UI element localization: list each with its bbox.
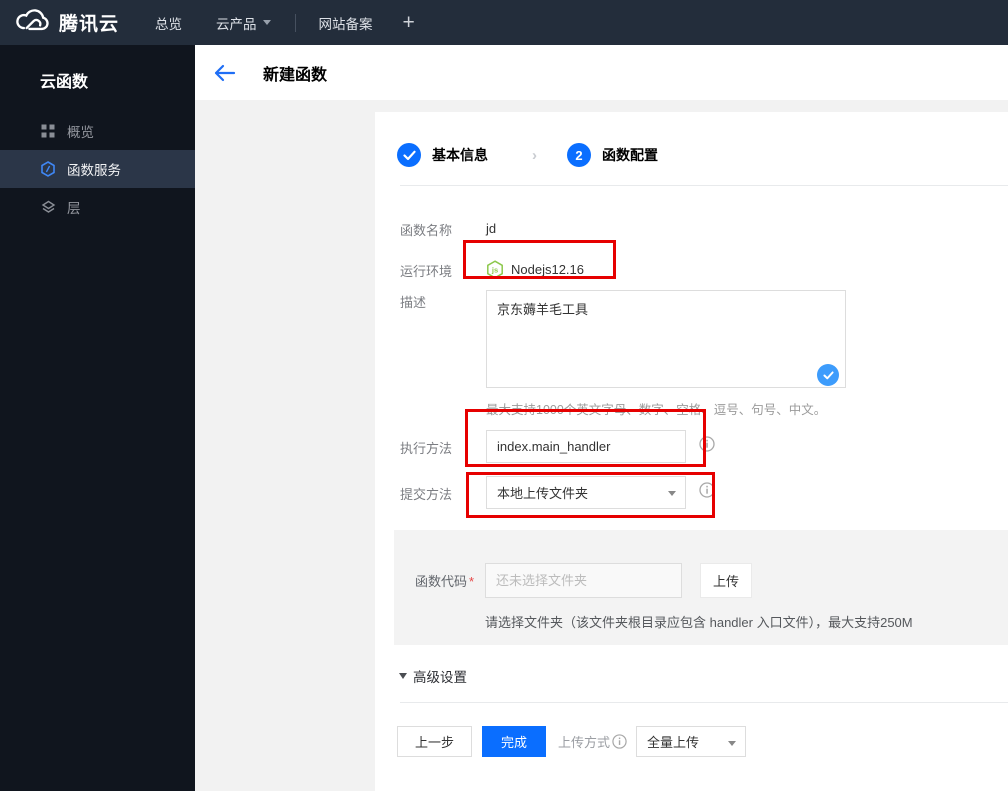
sidebar-item-function-service[interactable]: 函数服务 bbox=[0, 150, 195, 188]
nav-cloud-products-label: 云产品 bbox=[216, 16, 257, 32]
svg-text:js: js bbox=[491, 265, 498, 274]
folder-select-hint: 请选择文件夹（该文件夹根目录应包含 handler 入口文件），最大支持250M bbox=[485, 615, 913, 630]
upload-mode-select[interactable]: 全量上传 bbox=[636, 726, 747, 757]
upload-mode-info-icon[interactable] bbox=[612, 734, 627, 749]
upload-mode-label: 上传方式 bbox=[558, 732, 627, 751]
function-name-row: 函数名称 jd bbox=[400, 218, 496, 239]
description-hint: 最大支持1000个英文字母、数字、空格、逗号、句号、中文。 bbox=[486, 403, 827, 417]
function-name-label: 函数名称 bbox=[400, 223, 453, 238]
folder-path-input[interactable] bbox=[485, 563, 682, 598]
upload-mode-label-text: 上传方式 bbox=[558, 735, 611, 750]
submit-method-row: 提交方法 本地上传文件夹 bbox=[400, 476, 715, 509]
triangle-down-icon bbox=[399, 673, 407, 679]
top-navbar: 腾讯云 总览 云产品 网站备案 + bbox=[0, 0, 1008, 45]
previous-step-button[interactable]: 上一步 bbox=[397, 726, 472, 757]
runtime-row: 运行环境 js Nodejs12.16 bbox=[400, 259, 584, 280]
finish-button[interactable]: 完成 bbox=[482, 726, 546, 757]
step1-done-icon bbox=[397, 143, 421, 167]
required-asterisk: * bbox=[469, 574, 475, 589]
description-textarea[interactable]: 京东薅羊毛工具 bbox=[486, 290, 846, 388]
nav-overview[interactable]: 总览 bbox=[155, 13, 182, 33]
function-code-label-text: 函数代码 bbox=[415, 574, 468, 589]
chevron-down-icon bbox=[262, 20, 271, 25]
layers-icon bbox=[40, 199, 56, 215]
brand-name: 腾讯云 bbox=[59, 14, 120, 35]
upload-button[interactable]: 上传 bbox=[700, 563, 752, 598]
page-header: 新建函数 bbox=[195, 45, 1008, 100]
select-caret-icon bbox=[668, 491, 676, 496]
function-hexagon-icon bbox=[40, 161, 56, 177]
function-name-value: jd bbox=[486, 221, 497, 236]
sidebar: 云函数 概览 函数服务 层 bbox=[0, 45, 195, 791]
validation-check-icon bbox=[817, 364, 839, 386]
wizard-steps: 基本信息 › 2 函数配置 bbox=[397, 140, 658, 170]
sidebar-title: 云函数 bbox=[40, 74, 89, 91]
upload-mode-value: 全量上传 bbox=[647, 735, 700, 750]
page-title: 新建函数 bbox=[263, 66, 328, 84]
runtime-value-text: Nodejs12.16 bbox=[511, 262, 584, 277]
select-caret-icon bbox=[728, 741, 737, 746]
description-row: 描述 京东薅羊毛工具 bbox=[400, 290, 846, 393]
step2-number: 2 bbox=[567, 143, 591, 167]
add-tab-button[interactable]: + bbox=[403, 11, 415, 35]
sidebar-item-label: 层 bbox=[67, 201, 81, 216]
step-chevron-icon: › bbox=[532, 146, 537, 164]
topbar-divider bbox=[294, 13, 296, 32]
nodejs-icon: js bbox=[487, 260, 503, 279]
back-button[interactable] bbox=[214, 64, 236, 82]
step2-label: 函数配置 bbox=[602, 147, 658, 163]
runtime-value: js Nodejs12.16 bbox=[486, 260, 584, 279]
description-label: 描述 bbox=[400, 295, 427, 310]
submit-method-select[interactable]: 本地上传文件夹 bbox=[486, 476, 686, 509]
handler-label: 执行方法 bbox=[400, 441, 453, 456]
cloud-logo-icon bbox=[14, 7, 50, 38]
submit-method-value: 本地上传文件夹 bbox=[497, 486, 589, 501]
function-code-section: 函数代码* 上传 请选择文件夹（该文件夹根目录应包含 handler 入口文件）… bbox=[394, 530, 1008, 645]
submit-method-label: 提交方法 bbox=[400, 487, 453, 502]
handler-row: 执行方法 bbox=[400, 430, 715, 463]
grid-icon bbox=[40, 123, 56, 139]
nav-website-beian[interactable]: 网站备案 bbox=[319, 13, 373, 33]
steps-divider bbox=[400, 185, 1008, 186]
sidebar-item-layers[interactable]: 层 bbox=[0, 188, 195, 226]
handler-input[interactable] bbox=[486, 430, 686, 463]
nav-cloud-products[interactable]: 云产品 bbox=[216, 13, 271, 33]
back-arrow-icon bbox=[214, 64, 236, 81]
submit-method-info-icon[interactable] bbox=[699, 482, 715, 503]
advanced-settings-toggle[interactable]: 高级设置 bbox=[399, 666, 467, 686]
create-function-card: 基本信息 › 2 函数配置 函数名称 jd 运行环境 js Nodejs12.1… bbox=[375, 112, 1008, 791]
tencent-cloud-logo[interactable]: 腾讯云 bbox=[14, 7, 119, 38]
runtime-label: 运行环境 bbox=[400, 264, 453, 279]
footer-divider bbox=[400, 702, 1008, 703]
step1-label: 基本信息 bbox=[432, 147, 488, 163]
sidebar-item-label: 函数服务 bbox=[67, 163, 121, 178]
sidebar-item-label: 概览 bbox=[67, 125, 94, 140]
footer-actions: 上一步 完成 上传方式 全量上传 bbox=[397, 726, 747, 757]
function-code-label: 函数代码 * bbox=[415, 571, 485, 590]
sidebar-item-overview[interactable]: 概览 bbox=[0, 112, 195, 150]
advanced-settings-label: 高级设置 bbox=[413, 670, 467, 685]
handler-info-icon[interactable] bbox=[699, 436, 715, 457]
